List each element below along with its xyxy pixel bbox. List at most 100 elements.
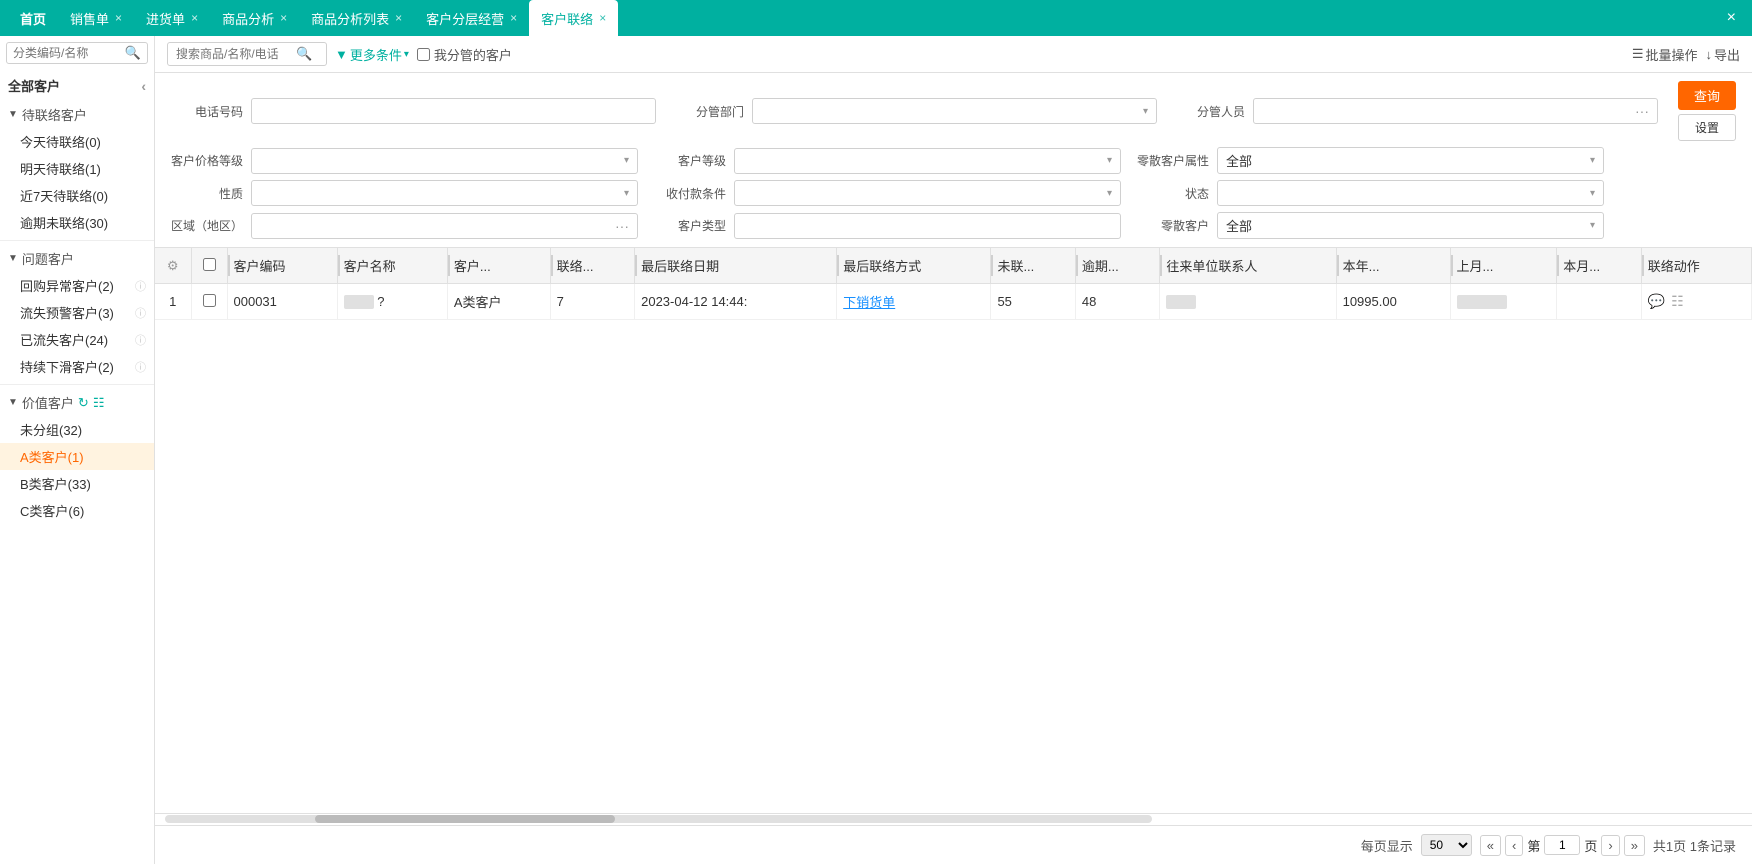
export-btn[interactable]: ↓ 导出 xyxy=(1705,45,1740,64)
sidebar-section-pending[interactable]: ▼ 待联络客户 xyxy=(0,101,154,128)
more-filter-btn[interactable]: ▼ 更多条件 ▾ xyxy=(335,45,409,64)
sidebar-item-repurchase-abnormal[interactable]: 回购异常客户(2) ⓘ xyxy=(0,272,154,299)
sidebar-item-declining[interactable]: 持续下滑客户(2) ⓘ xyxy=(0,353,154,380)
chat-icon[interactable]: 💬 xyxy=(1648,293,1665,310)
sidebar-search-box[interactable]: 🔍 xyxy=(6,42,148,64)
filter-cell-level: 客户等级 ▾ xyxy=(654,148,1121,174)
scroll-thumb[interactable] xyxy=(315,815,615,823)
settings-button[interactable]: 设置 xyxy=(1678,114,1736,141)
close-all-icon[interactable]: × xyxy=(1719,9,1744,27)
td-name[interactable]: ? xyxy=(337,284,447,320)
nav-tab-sales[interactable]: 销售单 × xyxy=(58,0,134,36)
main-search-icon[interactable]: 🔍 xyxy=(296,46,312,62)
prev-page-btn[interactable]: ‹ xyxy=(1505,835,1523,856)
close-purchase-tab[interactable]: × xyxy=(191,11,198,25)
filter-cell-payment: 收付款条件 ▾ xyxy=(654,180,1121,206)
first-page-btn[interactable]: « xyxy=(1480,835,1501,856)
nav-tab-analysis-list[interactable]: 商品分析列表 × xyxy=(299,0,414,36)
filter-row-3: 性质 ▾ 收付款条件 ▾ 状态 ▾ xyxy=(171,180,1736,206)
nav-tab-customer-mgmt[interactable]: 客户分层经营 × xyxy=(414,0,529,36)
sidebar-section-problem[interactable]: ▼ 问题客户 xyxy=(0,245,154,272)
nav-tab-purchase[interactable]: 进货单 × xyxy=(134,0,210,36)
price-level-input[interactable]: ▾ xyxy=(251,148,638,174)
problem-arrow-icon: ▼ xyxy=(8,253,18,264)
page-number-input[interactable] xyxy=(1544,835,1580,855)
sidebar-item-class-c[interactable]: C类客户(6) xyxy=(0,497,154,524)
td-contact-count: 7 xyxy=(550,284,634,320)
col-last-date: 最后联络日期 xyxy=(635,248,837,284)
filter-cell-phone: 电话号码 xyxy=(171,98,656,124)
page-label: 第 xyxy=(1527,836,1540,855)
sidebar-section-value[interactable]: ▼ 价值客户 ↻ ☷ xyxy=(0,389,154,416)
select-all-checkbox[interactable] xyxy=(203,258,216,271)
batch-operation-btn[interactable]: ☰ 批量操作 xyxy=(1632,45,1698,64)
payment-input[interactable]: ▾ xyxy=(734,180,1121,206)
value-refresh-icon[interactable]: ↻ xyxy=(78,395,89,411)
last-method-link[interactable]: 下销货单 xyxy=(843,295,895,310)
sidebar-item-class-a[interactable]: A类客户(1) xyxy=(0,443,154,470)
nav-home[interactable]: 首页 xyxy=(8,0,58,36)
td-last-method[interactable]: 下销货单 xyxy=(837,284,991,320)
filter-cell-status: 状态 ▾ xyxy=(1137,180,1604,206)
td-checkbox[interactable] xyxy=(191,284,227,320)
retail-attr-arrow: ▾ xyxy=(1590,155,1595,166)
type-input[interactable] xyxy=(734,213,1121,239)
status-input[interactable]: ▾ xyxy=(1217,180,1604,206)
row-checkbox[interactable] xyxy=(203,294,216,307)
query-button[interactable]: 查询 xyxy=(1678,81,1736,110)
page-nav: « ‹ 第 页 › » xyxy=(1480,835,1645,856)
price-level-arrow: ▾ xyxy=(624,155,629,166)
my-customers-check[interactable] xyxy=(417,48,430,61)
person-input[interactable]: ··· xyxy=(1253,98,1658,124)
nav-tab-customer-contact[interactable]: 客户联络 × xyxy=(529,0,618,36)
td-unit-contact xyxy=(1160,284,1336,320)
close-customer-mgmt-tab[interactable]: × xyxy=(510,11,517,25)
table-header-row: ⚙ 客户编码 客户名称 客户... 联络... 最后联络日期 最后联络方式 未联… xyxy=(155,248,1752,284)
main-search-input[interactable] xyxy=(176,47,296,61)
sidebar-collapse-icon[interactable]: ‹ xyxy=(141,78,146,94)
sidebar-all-customers[interactable]: 全部客户 ‹ xyxy=(0,70,154,101)
close-analysis-tab[interactable]: × xyxy=(280,11,287,25)
sidebar-item-7days[interactable]: 近7天待联络(0) xyxy=(0,182,154,209)
last-page-btn[interactable]: » xyxy=(1624,835,1645,856)
retail-input[interactable]: 全部 ▾ xyxy=(1217,212,1604,239)
info-icon-repurchase: ⓘ xyxy=(135,278,146,294)
info-icon-churned: ⓘ xyxy=(135,332,146,348)
sidebar-item-tomorrow[interactable]: 明天待联络(1) xyxy=(0,155,154,182)
dept-input[interactable]: ▾ xyxy=(752,98,1157,124)
sidebar-item-overdue[interactable]: 逾期未联络(30) xyxy=(0,209,154,236)
phone-input[interactable] xyxy=(251,98,656,124)
total-info-label: 共1页 1条记录 xyxy=(1653,836,1736,855)
my-customers-checkbox[interactable]: 我分管的客户 xyxy=(417,45,512,64)
top-navigation: 首页 销售单 × 进货单 × 商品分析 × 商品分析列表 × 客户分层经营 × … xyxy=(0,0,1752,36)
nav-tab-analysis[interactable]: 商品分析 × xyxy=(210,0,299,36)
sidebar-item-today[interactable]: 今天待联络(0) xyxy=(0,128,154,155)
sidebar-search-input[interactable] xyxy=(13,46,125,60)
sidebar-item-class-b[interactable]: B类客户(33) xyxy=(0,470,154,497)
info-icon-churn: ⓘ xyxy=(135,305,146,321)
sidebar-search-icon[interactable]: 🔍 xyxy=(125,45,141,61)
sidebar-item-unclassified[interactable]: 未分组(32) xyxy=(0,416,154,443)
close-sales-tab[interactable]: × xyxy=(115,11,122,25)
col-name: 客户名称 xyxy=(337,248,447,284)
retail-attr-input[interactable]: 全部 ▾ xyxy=(1217,147,1604,174)
td-this-month xyxy=(1557,284,1641,320)
value-settings-icon[interactable]: ☷ xyxy=(93,395,105,411)
nature-input[interactable]: ▾ xyxy=(251,180,638,206)
sidebar-item-churned[interactable]: 已流失客户(24) ⓘ xyxy=(0,326,154,353)
next-page-btn[interactable]: › xyxy=(1601,835,1619,856)
horizontal-scrollbar[interactable] xyxy=(155,813,1752,825)
close-customer-contact-tab[interactable]: × xyxy=(599,11,606,25)
area-input[interactable]: ··· xyxy=(251,213,638,239)
scroll-track xyxy=(165,815,1152,823)
sidebar-item-churn-warning[interactable]: 流失预警客户(3) ⓘ xyxy=(0,299,154,326)
per-page-select[interactable]: 50 100 200 xyxy=(1421,834,1472,856)
main-search-box[interactable]: 🔍 xyxy=(167,42,327,66)
grid-icon[interactable]: ☷ xyxy=(1671,293,1684,310)
close-analysis-list-tab[interactable]: × xyxy=(395,11,402,25)
col-checkbox[interactable] xyxy=(191,248,227,284)
level-input[interactable]: ▾ xyxy=(734,148,1121,174)
col-settings[interactable]: ⚙ xyxy=(155,248,191,284)
action-icons-group: 💬 ☷ xyxy=(1648,293,1745,310)
sidebar: 🔍 全部客户 ‹ ▼ 待联络客户 今天待联络(0) 明天待联络(1) 近7天待联… xyxy=(0,36,155,864)
